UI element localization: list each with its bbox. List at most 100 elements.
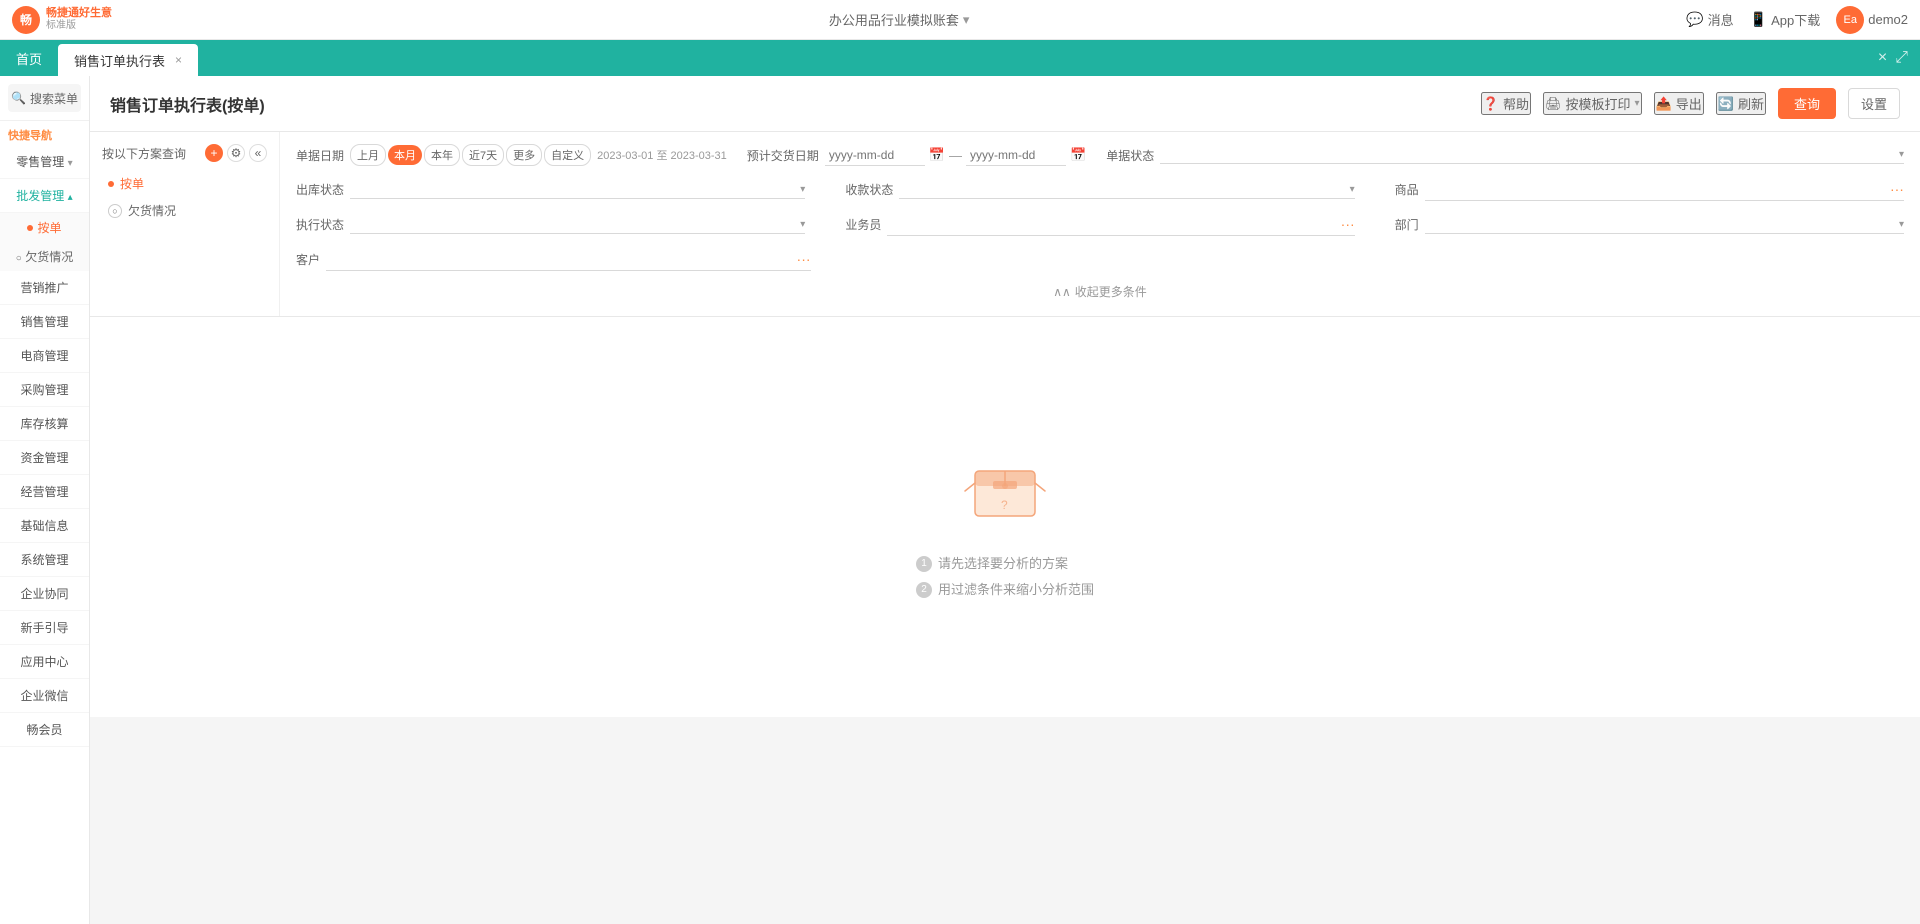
window-close-icon[interactable]: × — [1878, 49, 1887, 67]
scheme-item-orders-dot — [108, 181, 114, 187]
user-area[interactable]: Ea demo2 — [1836, 6, 1908, 34]
sidebar-item-guide-label: 新手引导 — [20, 621, 68, 635]
date-tag-last-month[interactable]: 上月 — [350, 144, 386, 166]
exec-status-select[interactable]: ▾ — [350, 216, 805, 234]
sidebar-item-operation[interactable]: 经营管理 — [0, 475, 89, 509]
filter-customer: 客户 ··· — [296, 248, 811, 271]
sidebar-item-guide[interactable]: 新手引导 — [0, 611, 89, 645]
delivery-status-select[interactable]: ▾ — [350, 181, 805, 199]
tip2-number: 2 — [916, 582, 932, 598]
sidebar-item-sales[interactable]: 销售管理 — [0, 305, 89, 339]
sidebar-item-system[interactable]: 系统管理 — [0, 543, 89, 577]
logo-text-line2: 标准版 — [46, 20, 112, 32]
scheme-add-btn[interactable]: + — [205, 144, 223, 162]
sidebar-item-member[interactable]: 畅会员 — [0, 713, 89, 747]
order-status-select[interactable]: ▾ — [1160, 146, 1904, 164]
sidebar-item-operation-label: 经营管理 — [20, 485, 68, 499]
refresh-label: 刷新 — [1738, 94, 1764, 113]
query-btn[interactable]: 查询 — [1778, 88, 1836, 119]
exec-status-arrow-icon: ▾ — [800, 219, 805, 230]
refresh-btn[interactable]: 🔄 刷新 — [1716, 92, 1766, 115]
sidebar-item-wholesale[interactable]: 批发管理 ▴ — [0, 179, 89, 213]
date-tag-this-year[interactable]: 本年 — [424, 144, 460, 166]
search-menu-btn[interactable]: 🔍 搜索菜单 — [8, 84, 81, 112]
receipt-status-select[interactable]: ▾ — [899, 181, 1354, 199]
sidebar-item-ecommerce[interactable]: 电商管理 — [0, 339, 89, 373]
tab-bar: 首页 销售订单执行表 × × ⤢ — [0, 40, 1920, 76]
tab-home[interactable]: 首页 — [0, 40, 58, 76]
sidebar-item-finance[interactable]: 资金管理 — [0, 441, 89, 475]
filter-row-4: 客户 ··· — [296, 248, 1904, 271]
sidebar-item-appstore[interactable]: 应用中心 — [0, 645, 89, 679]
breadcrumb-area[interactable]: 办公用品行业模拟账套 ▾ — [829, 10, 970, 29]
sidebar-item-member-label: 畅会员 — [26, 723, 62, 737]
sidebar-item-enterprise-label: 企业协同 — [20, 587, 68, 601]
sidebar-item-inventory[interactable]: 库存核算 — [0, 407, 89, 441]
collapse-label: 收起更多条件 — [1075, 283, 1147, 300]
settings-btn[interactable]: 设置 — [1848, 88, 1900, 119]
date-tag-this-month[interactable]: 本月 — [388, 145, 422, 165]
forecast-date-from-input[interactable] — [825, 145, 925, 166]
forecast-date-to-input[interactable] — [966, 145, 1066, 166]
app-download-label: App下载 — [1771, 10, 1820, 29]
sidebar-item-enterprise[interactable]: 企业协同 — [0, 577, 89, 611]
scheme-item-backorder[interactable]: ○ 欠货情况 — [102, 197, 267, 224]
sidebar-item-wechat-label: 企业微信 — [20, 689, 68, 703]
forecast-date-calendar2-icon[interactable]: 📅 — [1070, 147, 1086, 163]
delivery-status-arrow-icon: ▾ — [800, 184, 805, 195]
sidebar-item-wechat[interactable]: 企业微信 — [0, 679, 89, 713]
filter-delivery-status: 出库状态 ▾ — [296, 181, 805, 199]
scheme-collapse-btn[interactable]: « — [249, 144, 267, 162]
forecast-date-calendar-icon[interactable]: 📅 — [929, 147, 945, 163]
customer-select[interactable]: ··· — [326, 248, 811, 271]
sidebar-item-purchase[interactable]: 采购管理 — [0, 373, 89, 407]
sidebar-item-retail[interactable]: 零售管理 ▾ — [0, 145, 89, 179]
date-tag-7days[interactable]: 近7天 — [462, 144, 504, 166]
tab-close-icon[interactable]: × — [175, 53, 182, 67]
sidebar-item-marketing[interactable]: 营销推广 — [0, 271, 89, 305]
filter-salesman: 业务员 ··· — [845, 213, 1354, 236]
product-select[interactable]: ··· — [1425, 178, 1904, 201]
settings-label: 设置 — [1861, 94, 1887, 113]
sidebar-item-retail-label: 零售管理 — [16, 155, 64, 169]
sidebar-item-purchase-label: 采购管理 — [20, 383, 68, 397]
filter-exec-status: 执行状态 ▾ — [296, 216, 805, 234]
logo-text-line1: 畅捷通好生意 — [46, 7, 112, 20]
export-btn[interactable]: 📤 导出 — [1654, 92, 1704, 115]
scheme-item-orders[interactable]: 按单 — [102, 170, 267, 197]
empty-tips: 1 请先选择要分析的方案 2 用过滤条件来缩小分析范围 — [916, 551, 1094, 603]
scheme-edit-btn[interactable]: ⚙ — [227, 144, 245, 162]
forecast-date-sep: — — [949, 148, 962, 163]
date-tag-more[interactable]: 更多 — [506, 144, 542, 166]
app-download-btn[interactable]: 📱 App下载 — [1750, 10, 1821, 29]
forecast-date-range: 📅 — 📅 — [825, 145, 1086, 166]
dept-select[interactable]: ▾ — [1425, 216, 1904, 234]
message-btn[interactable]: 💬 消息 — [1686, 10, 1733, 29]
customer-ellipsis-icon: ··· — [797, 251, 811, 267]
receipt-status-arrow-icon: ▾ — [1350, 184, 1355, 195]
logo-icon: 畅 — [12, 6, 40, 34]
filter-row-2: 出库状态 ▾ 收款状态 ▾ 商品 — [296, 178, 1904, 201]
date-tag-custom[interactable]: 自定义 — [544, 144, 591, 166]
help-icon: ❓ — [1483, 96, 1499, 112]
sidebar-sub-item-orders[interactable]: 按单 — [0, 213, 89, 242]
breadcrumb-arrow-icon[interactable]: ▾ — [963, 12, 970, 28]
help-btn[interactable]: ❓ 帮助 — [1481, 92, 1531, 115]
scheme-panel: 按以下方案查询 + ⚙ « 按单 ○ 欠货情况 — [90, 132, 280, 316]
tip2-text: 用过滤条件来缩小分析范围 — [938, 577, 1094, 603]
print-arrow-icon: ▾ — [1635, 98, 1640, 109]
sidebar-sub-item-backorder[interactable]: ○ 欠货情况 — [0, 242, 89, 271]
tab-active[interactable]: 销售订单执行表 × — [58, 44, 198, 76]
sidebar-item-wholesale-label: 批发管理 — [16, 189, 64, 203]
salesman-select[interactable]: ··· — [887, 213, 1354, 236]
page-actions: ❓ 帮助 🖨 按模板打印 ▾ 📤 导出 🔄 刷新 查询 — [1481, 88, 1900, 119]
collapse-btn[interactable]: ∧∧ 收起更多条件 — [1053, 283, 1147, 300]
breadcrumb-text: 办公用品行业模拟账套 — [829, 10, 959, 29]
window-expand-icon[interactable]: ⤢ — [1895, 49, 1908, 67]
print-btn[interactable]: 🖨 按模板打印 ▾ — [1543, 92, 1642, 115]
scheme-header: 按以下方案查询 + ⚙ « — [102, 144, 267, 162]
avatar-text: Ea — [1844, 14, 1857, 26]
filter-receipt-status: 收款状态 ▾ — [845, 181, 1354, 199]
collapse-row: ∧∧ 收起更多条件 — [296, 279, 1904, 304]
sidebar-item-basic[interactable]: 基础信息 — [0, 509, 89, 543]
